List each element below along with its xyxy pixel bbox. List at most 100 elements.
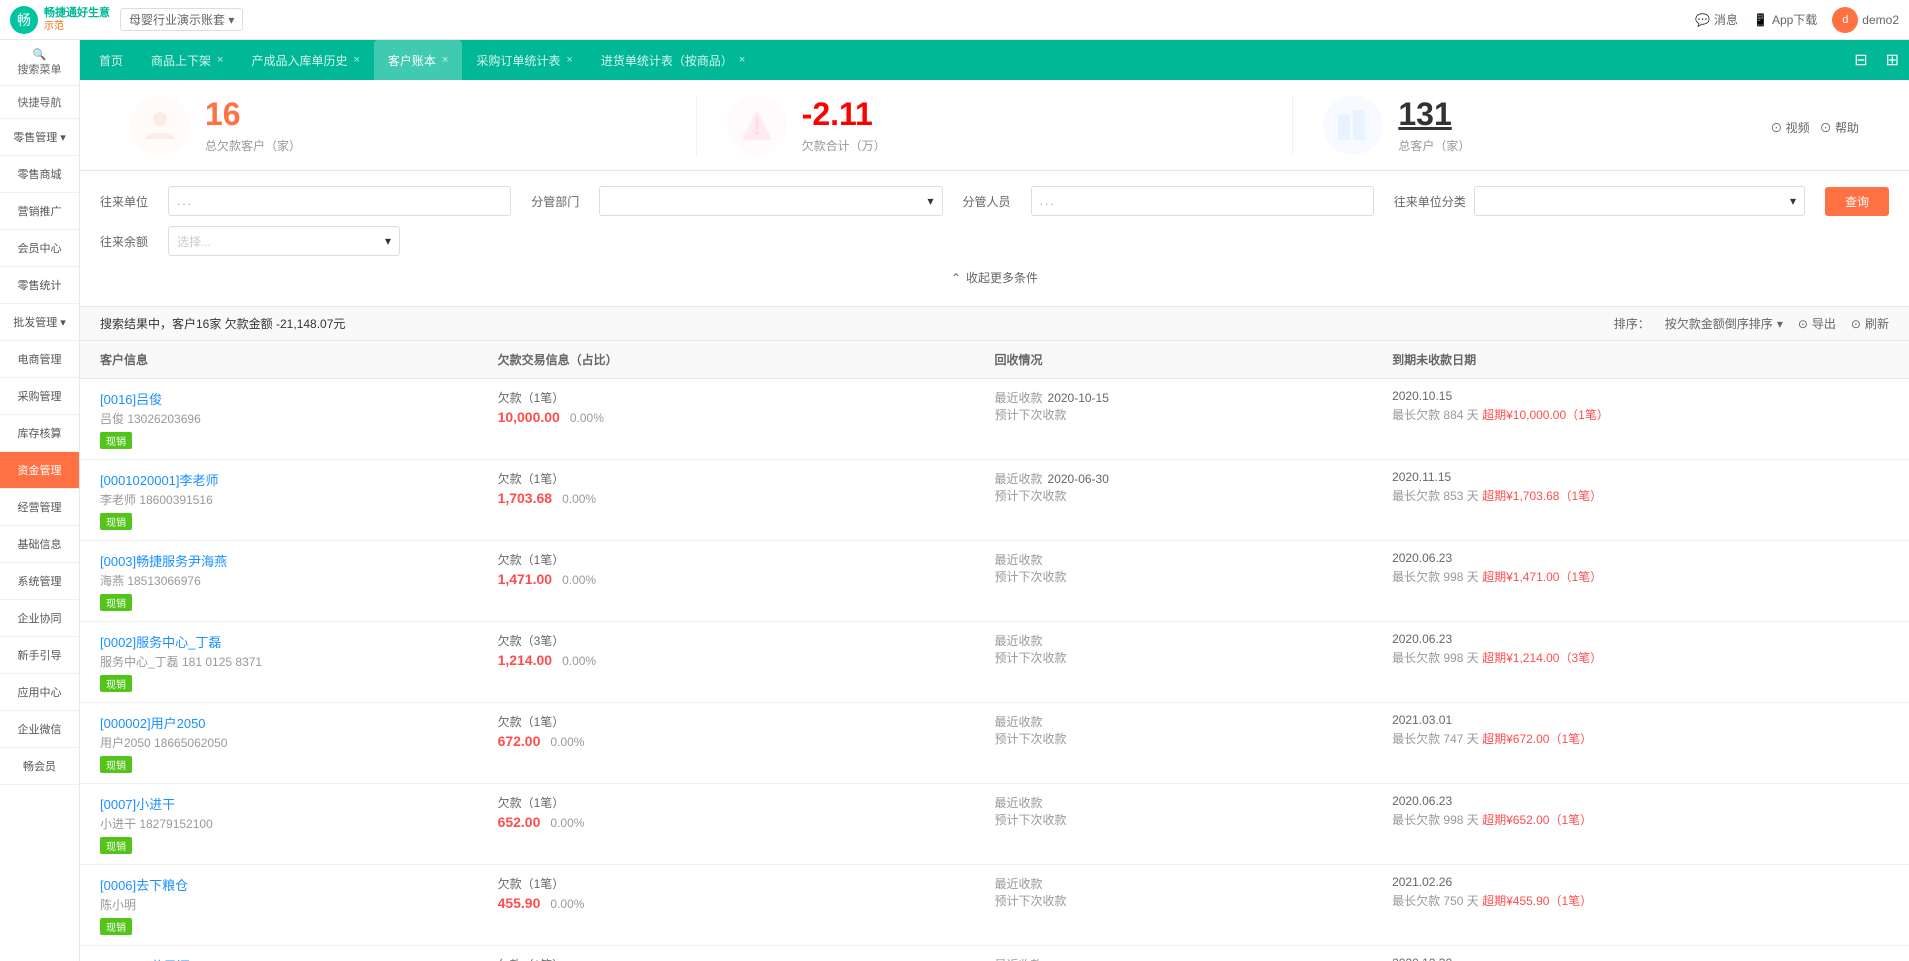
tab-bar-expand-icon[interactable]: ⊞ bbox=[1881, 50, 1904, 70]
sidebar-item-label: 资金管理 bbox=[6, 462, 73, 478]
sidebar-quick-nav[interactable]: 快捷导航 bbox=[0, 86, 79, 119]
sidebar-item-enterprise[interactable]: 企业协同 bbox=[0, 600, 79, 637]
overdue-info-4: 2020.06.23 最长欠款 998 天 超期¥1,214.00（3笔） bbox=[1392, 632, 1889, 666]
balance-select[interactable]: 选择... ▾ bbox=[168, 226, 400, 256]
dept-chevron-icon: ▾ bbox=[927, 194, 933, 208]
sidebar-item-label: 系统管理 bbox=[6, 573, 73, 589]
collapse-label: 收起更多条件 bbox=[966, 269, 1038, 286]
payback-info-1: 最近收款2020-10-15 预计下次收款 bbox=[995, 389, 1393, 423]
main-layout: 🔍 搜索菜单 快捷导航 零售管理 ▾ 零售商城 营销推广 会员中心 零售统计 bbox=[0, 40, 1909, 961]
overdue-link-6[interactable]: 超期¥652.00（1笔） bbox=[1482, 813, 1592, 827]
customer-phone-6: 小进干 18279152100 bbox=[100, 815, 498, 832]
sort-button[interactable]: 按欠款金额倒序排序 ▾ bbox=[1665, 315, 1783, 332]
sidebar-item-member[interactable]: 会员中心 bbox=[0, 230, 79, 267]
customer-name-link-3[interactable]: [0003]畅捷服务尹海燕 bbox=[100, 554, 227, 569]
payback-info-3: 最近收款 预计下次收款 bbox=[995, 551, 1393, 585]
table-row: [000002]用户2050 用户2050 18665062050 现销 欠款（… bbox=[80, 703, 1909, 784]
tab-product-off[interactable]: 商品上下架 × bbox=[137, 40, 237, 80]
refresh-button[interactable]: ⊙ 刷新 bbox=[1851, 315, 1889, 332]
stat-card-debt: -2.11 欠款合计（万） bbox=[697, 95, 1294, 155]
sidebar-item-vip[interactable]: 畅会员 bbox=[0, 748, 79, 785]
sidebar-item-system[interactable]: 系统管理 bbox=[0, 563, 79, 600]
help-btn[interactable]: ⊙ 帮助 bbox=[1820, 119, 1859, 136]
payback-date-3: 最近收款 bbox=[995, 551, 1393, 568]
overdue-link-7[interactable]: 超期¥455.90（1笔） bbox=[1482, 894, 1592, 908]
sidebar-item-label: 零售统计 bbox=[6, 277, 73, 293]
customer-name-link-6[interactable]: [0007]小进干 bbox=[100, 797, 175, 812]
sidebar-item-retail-mgmt[interactable]: 零售管理 ▾ bbox=[0, 119, 79, 156]
search-button[interactable]: 查询 bbox=[1825, 187, 1889, 216]
sidebar-item-purchase[interactable]: 采购管理 bbox=[0, 378, 79, 415]
table-row: [0007]小进干 小进干 18279152100 现销 欠款（1笔） 652.… bbox=[80, 784, 1909, 865]
header-payback: 回收情况 bbox=[995, 351, 1393, 368]
stat-info-customers: 16 总欠款客户（家） bbox=[205, 96, 666, 154]
tab-purchase-stats-close[interactable]: × bbox=[739, 54, 745, 66]
sidebar-item-wechat[interactable]: 企业微信 bbox=[0, 711, 79, 748]
stat-info-debt: -2.11 欠款合计（万） bbox=[802, 96, 1263, 154]
payback-info-4: 最近收款 预计下次收款 bbox=[995, 632, 1393, 666]
next-payback-7: 预计下次收款 bbox=[995, 892, 1393, 909]
dept-label: 分管部门 bbox=[531, 193, 591, 210]
customer-phone-3: 海燕 18513066976 bbox=[100, 572, 498, 589]
customer-name-link-4[interactable]: [0002]服务中心_丁磊 bbox=[100, 635, 221, 650]
sidebar-item-batch-mgmt[interactable]: 批发管理 ▾ bbox=[0, 304, 79, 341]
tab-product-history-close[interactable]: × bbox=[353, 54, 359, 66]
source-unit-input[interactable]: ... bbox=[168, 186, 511, 216]
tab-product-history[interactable]: 产成品入库单历史 × bbox=[237, 40, 373, 80]
sidebar-item-app-center[interactable]: 应用中心 bbox=[0, 674, 79, 711]
customer-info-5: [000002]用户2050 用户2050 18665062050 现销 bbox=[100, 713, 498, 773]
customer-name-link-2[interactable]: [0001020001]李老师 bbox=[100, 473, 219, 488]
sort-label: 排序： bbox=[1614, 315, 1650, 332]
sidebar-item-operation[interactable]: 经营管理 bbox=[0, 489, 79, 526]
sidebar-search[interactable]: 🔍 搜索菜单 bbox=[0, 40, 79, 86]
debt-count-7: 欠款（1笔） bbox=[498, 875, 995, 892]
debt-count-4: 欠款（3笔） bbox=[498, 632, 995, 649]
overdue-link-5[interactable]: 超期¥672.00（1笔） bbox=[1482, 732, 1592, 746]
sidebar-item-retail-store[interactable]: 零售商城 bbox=[0, 156, 79, 193]
manager-input[interactable]: ... bbox=[1031, 186, 1374, 216]
overdue-info-8: 2020.12.30 最长欠款 808 天 超期¥429.00（1笔） bbox=[1392, 956, 1889, 961]
sidebar-item-inventory[interactable]: 库存核算 bbox=[0, 415, 79, 452]
user-area[interactable]: d demo2 bbox=[1832, 7, 1899, 33]
tab-bar-collapse-icon[interactable]: ⊟ bbox=[1849, 50, 1872, 70]
sidebar-item-label: 企业协同 bbox=[6, 610, 73, 626]
tab-purchase-order-close[interactable]: × bbox=[566, 54, 572, 66]
message-button[interactable]: 💬 消息 bbox=[1695, 11, 1738, 28]
overdue-days-3: 最长欠款 998 天 超期¥1,471.00（1笔） bbox=[1392, 568, 1889, 585]
tab-customer-account[interactable]: 客户账本 × bbox=[374, 40, 462, 80]
overdue-link-3[interactable]: 超期¥1,471.00（1笔） bbox=[1482, 570, 1602, 584]
sidebar-item-basic-info[interactable]: 基础信息 bbox=[0, 526, 79, 563]
overdue-link-2[interactable]: 超期¥1,703.68（1笔） bbox=[1482, 489, 1602, 503]
tab-product-off-close[interactable]: × bbox=[217, 54, 223, 66]
result-bar: 搜索结果中，客户16家 欠款金额 -21,148.07元 排序： 按欠款金额倒序… bbox=[80, 307, 1909, 341]
customer-name-link-1[interactable]: [0016]吕俊 bbox=[100, 392, 162, 407]
tab-purchase-stats[interactable]: 进货单统计表（按商品） × bbox=[587, 40, 759, 80]
overdue-days-4: 最长欠款 998 天 超期¥1,214.00（3笔） bbox=[1392, 649, 1889, 666]
customer-name-link-7[interactable]: [0006]去下粮仓 bbox=[100, 878, 188, 893]
video-btn[interactable]: ⊙ 视频 bbox=[1770, 119, 1809, 136]
tab-customer-account-close[interactable]: × bbox=[442, 54, 448, 66]
tab-purchase-order[interactable]: 采购订单统计表 × bbox=[462, 40, 586, 80]
next-payback-6: 预计下次收款 bbox=[995, 811, 1393, 828]
customer-name-link-5[interactable]: [000002]用户2050 bbox=[100, 716, 206, 731]
overdue-link-1[interactable]: 超期¥10,000.00（1笔） bbox=[1482, 408, 1609, 422]
customer-tag-7: 现销 bbox=[100, 918, 132, 935]
unit-category-select[interactable]: ▾ bbox=[1474, 186, 1805, 216]
overdue-date-6: 2020.06.23 bbox=[1392, 794, 1889, 808]
sidebar-item-label: 零售管理 ▾ bbox=[6, 129, 73, 145]
unit-category-label: 往来单位分类 bbox=[1394, 193, 1466, 210]
sidebar-item-retail-stats[interactable]: 零售统计 bbox=[0, 267, 79, 304]
sidebar-item-finance[interactable]: 资金管理 bbox=[0, 452, 79, 489]
tab-home[interactable]: 首页 bbox=[85, 40, 137, 80]
app-download-button[interactable]: 📱 App下载 bbox=[1753, 11, 1817, 28]
sidebar-item-newbie[interactable]: 新手引导 bbox=[0, 637, 79, 674]
store-selector[interactable]: 母婴行业演示账套 ▾ bbox=[120, 8, 243, 31]
dept-select[interactable]: ▾ bbox=[599, 186, 942, 216]
sidebar-item-marketing[interactable]: 营销推广 bbox=[0, 193, 79, 230]
collapse-button[interactable]: ⌃ 收起更多条件 bbox=[946, 264, 1043, 291]
sidebar-item-ecommerce[interactable]: 电商管理 bbox=[0, 341, 79, 378]
overdue-link-4[interactable]: 超期¥1,214.00（3笔） bbox=[1482, 651, 1602, 665]
export-button[interactable]: ⊙ 导出 bbox=[1798, 315, 1836, 332]
debt-count-5: 欠款（1笔） bbox=[498, 713, 995, 730]
debt-count-6: 欠款（1笔） bbox=[498, 794, 995, 811]
